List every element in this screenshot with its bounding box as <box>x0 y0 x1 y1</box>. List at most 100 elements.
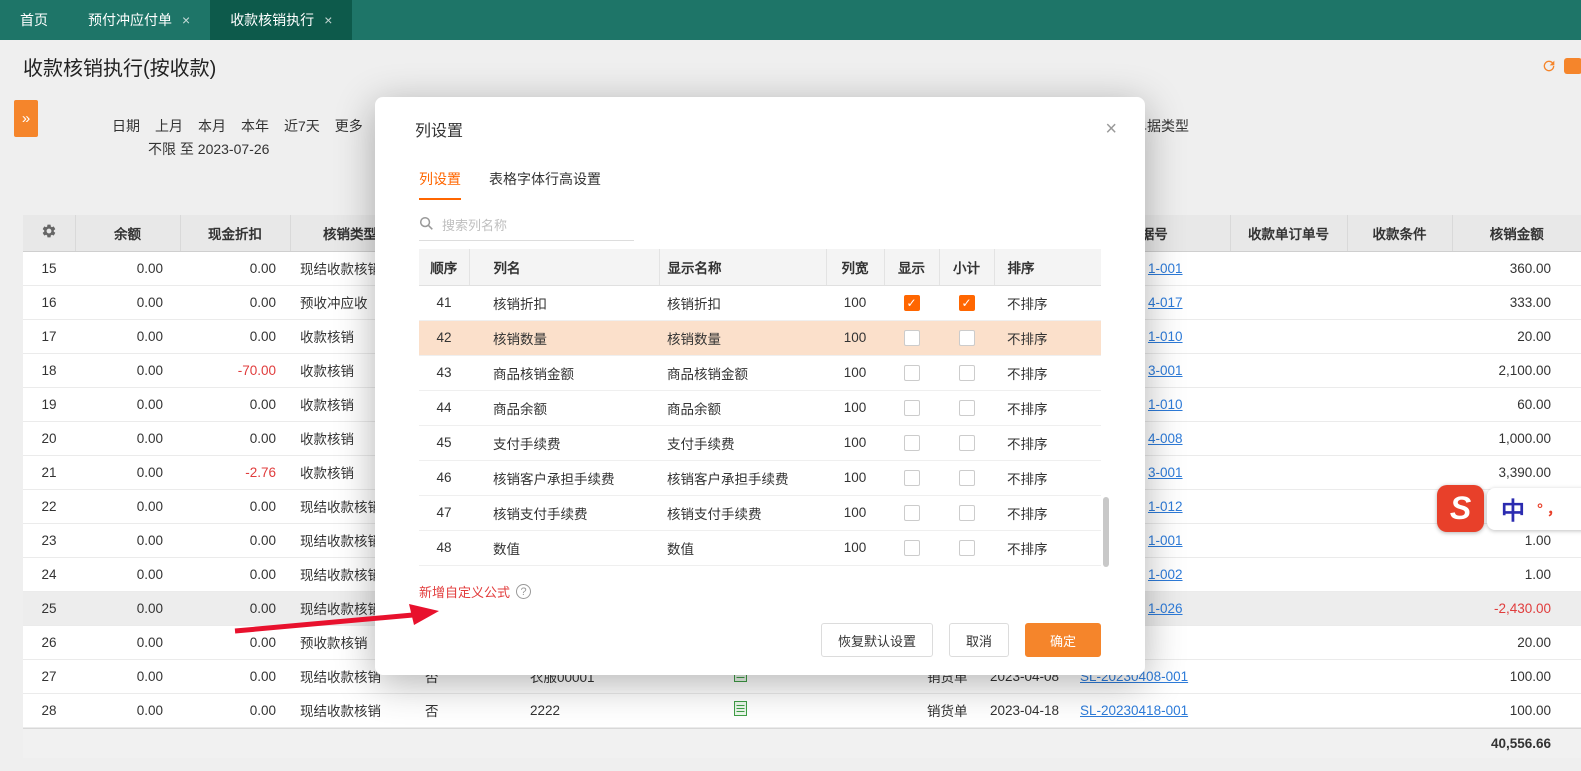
subtotal-checkbox[interactable] <box>958 294 975 311</box>
subtotal-checkbox[interactable] <box>958 329 975 346</box>
header-cash-discount[interactable]: 现金折扣 <box>180 215 291 252</box>
ime-chinese-mode-icon[interactable]: 中 <box>1501 491 1525 526</box>
cell-column-width[interactable]: 100 <box>826 425 884 461</box>
cancel-button[interactable]: 取消 <box>948 623 1009 657</box>
tab-column-settings[interactable]: 列设置 <box>419 169 461 200</box>
subtotal-checkbox[interactable] <box>958 434 975 451</box>
cell-column-width[interactable]: 100 <box>826 355 884 391</box>
cell-display-name[interactable]: 核销支付手续费 <box>659 495 826 531</box>
cell-display-name[interactable]: 数值 <box>659 530 826 566</box>
show-checkbox[interactable] <box>903 469 920 486</box>
refresh-icon[interactable] <box>1541 58 1557 77</box>
subtotal-checkbox[interactable] <box>958 364 975 381</box>
column-setting-row[interactable]: 42 核销数量 核销数量 100 不排序 <box>419 320 1101 356</box>
cell-display-name[interactable]: 核销折扣 <box>659 285 826 321</box>
doc-no-link[interactable]: 4-008 <box>1148 431 1183 446</box>
tab-prepay-writeoff[interactable]: 预付冲应付单 × <box>68 0 210 40</box>
date-option-last-7-days[interactable]: 近7天 <box>284 116 320 136</box>
show-checkbox[interactable] <box>903 329 920 346</box>
cell-column-width[interactable]: 100 <box>826 320 884 356</box>
column-setting-row[interactable]: 48 数值 数值 100 不排序 <box>419 530 1101 566</box>
subtotal-checkbox[interactable] <box>958 539 975 556</box>
doc-no-link[interactable]: 4-017 <box>1148 295 1183 310</box>
tab-receipt-writeoff[interactable]: 收款核销执行 × <box>210 0 353 40</box>
tab-font-row-height-settings[interactable]: 表格字体行高设置 <box>489 169 601 200</box>
column-setting-row[interactable]: 47 核销支付手续费 核销支付手续费 100 不排序 <box>419 495 1101 531</box>
cell-column-width[interactable]: 100 <box>826 390 884 426</box>
cell-sort[interactable]: 不排序 <box>994 285 1101 321</box>
cell-display-name[interactable]: 商品余额 <box>659 390 826 426</box>
date-option-this-year[interactable]: 本年 <box>241 116 269 136</box>
export-icon[interactable] <box>1564 58 1581 74</box>
expand-sidebar-button[interactable]: » <box>14 100 38 137</box>
close-icon[interactable]: × <box>1105 119 1117 139</box>
tab-home[interactable]: 首页 <box>0 0 68 40</box>
show-checkbox[interactable] <box>903 399 920 416</box>
doc-no-link[interactable]: 1-002 <box>1148 567 1183 582</box>
date-option-this-month[interactable]: 本月 <box>198 116 226 136</box>
cell-display-name[interactable]: 商品核销金额 <box>659 355 826 391</box>
cell-receipt-terms <box>1347 319 1452 354</box>
subtotal-checkbox[interactable] <box>958 504 975 521</box>
doc-no-link[interactable]: 1-026 <box>1148 601 1183 616</box>
confirm-button[interactable]: 确定 <box>1024 623 1101 657</box>
sogou-ime-toolbar[interactable]: S 中 °， <box>1437 485 1581 532</box>
cell-sort[interactable]: 不排序 <box>994 390 1101 426</box>
cell-display-name[interactable]: 核销客户承担手续费 <box>659 460 826 496</box>
cell-column-width[interactable]: 100 <box>826 495 884 531</box>
cell-show <box>884 495 939 531</box>
show-checkbox[interactable] <box>903 434 920 451</box>
cell-column-width[interactable]: 100 <box>826 285 884 321</box>
cell-display-name[interactable]: 支付手续费 <box>659 425 826 461</box>
column-settings-icon[interactable] <box>23 215 76 252</box>
cell-sort[interactable]: 不排序 <box>994 320 1101 356</box>
doc-no-link[interactable]: 3-001 <box>1148 363 1183 378</box>
sogou-logo-icon[interactable]: S <box>1437 485 1484 532</box>
doc-no-link[interactable]: 1-001 <box>1148 261 1183 276</box>
header-receipt-order-no[interactable]: 收款单订单号 <box>1230 215 1348 252</box>
doc-no-link[interactable]: 1-012 <box>1148 499 1183 514</box>
header-writeoff-amount[interactable]: 核销金额 <box>1452 215 1581 252</box>
doc-no-link[interactable]: SL-20230418-001 <box>1080 703 1188 718</box>
show-checkbox[interactable] <box>903 539 920 556</box>
column-setting-row[interactable]: 45 支付手续费 支付手续费 100 不排序 <box>419 425 1101 461</box>
scrollbar-thumb[interactable] <box>1103 497 1109 567</box>
cell-sort[interactable]: 不排序 <box>994 425 1101 461</box>
date-option-last-month[interactable]: 上月 <box>155 116 183 136</box>
doc-no-link[interactable]: 1-010 <box>1148 397 1183 412</box>
subtotal-checkbox[interactable] <box>958 399 975 416</box>
show-checkbox[interactable] <box>903 504 920 521</box>
column-setting-row[interactable]: 44 商品余额 商品余额 100 不排序 <box>419 390 1101 426</box>
doc-no-link[interactable]: 1-010 <box>1148 329 1183 344</box>
close-icon[interactable]: × <box>324 12 332 28</box>
date-range-text[interactable]: 不限 至 2023-07-26 <box>148 139 414 159</box>
table-row[interactable]: 28 0.00 0.00 现结收款核销 否 2222 销货单 2023-04-1… <box>23 693 1581 728</box>
column-setting-row[interactable]: 43 商品核销金额 商品核销金额 100 不排序 <box>419 355 1101 391</box>
close-icon[interactable]: × <box>182 12 190 28</box>
cell-sort[interactable]: 不排序 <box>994 495 1101 531</box>
attachment-icon[interactable] <box>733 701 747 719</box>
header-receipt-terms[interactable]: 收款条件 <box>1347 215 1453 252</box>
doc-no-link[interactable]: 3-001 <box>1148 465 1183 480</box>
column-setting-row[interactable]: 46 核销客户承担手续费 核销客户承担手续费 100 不排序 <box>419 460 1101 496</box>
cell-display-name[interactable]: 核销数量 <box>659 320 826 356</box>
column-search <box>419 216 634 241</box>
date-option-more[interactable]: 更多 <box>335 116 363 136</box>
restore-defaults-button[interactable]: 恢复默认设置 <box>820 623 933 657</box>
show-checkbox[interactable] <box>903 294 920 311</box>
column-setting-row[interactable]: 41 核销折扣 核销折扣 100 不排序 <box>419 285 1101 321</box>
subtotal-checkbox[interactable] <box>958 469 975 486</box>
show-checkbox[interactable] <box>903 364 920 381</box>
cell-sort[interactable]: 不排序 <box>994 460 1101 496</box>
cell-column-width[interactable]: 100 <box>826 530 884 566</box>
search-input[interactable] <box>442 217 612 233</box>
header-balance[interactable]: 余额 <box>75 215 181 252</box>
ime-punctuation-icon[interactable]: °， <box>1537 498 1566 519</box>
help-icon[interactable]: ? <box>516 583 532 599</box>
cell-column-width[interactable]: 100 <box>826 460 884 496</box>
cell-doc-no: SL-20230418-001 <box>1065 693 1230 728</box>
cell-receipt-order-no <box>1230 489 1347 524</box>
doc-no-link[interactable]: 1-001 <box>1148 533 1183 548</box>
cell-sort[interactable]: 不排序 <box>994 530 1101 566</box>
cell-sort[interactable]: 不排序 <box>994 355 1101 391</box>
